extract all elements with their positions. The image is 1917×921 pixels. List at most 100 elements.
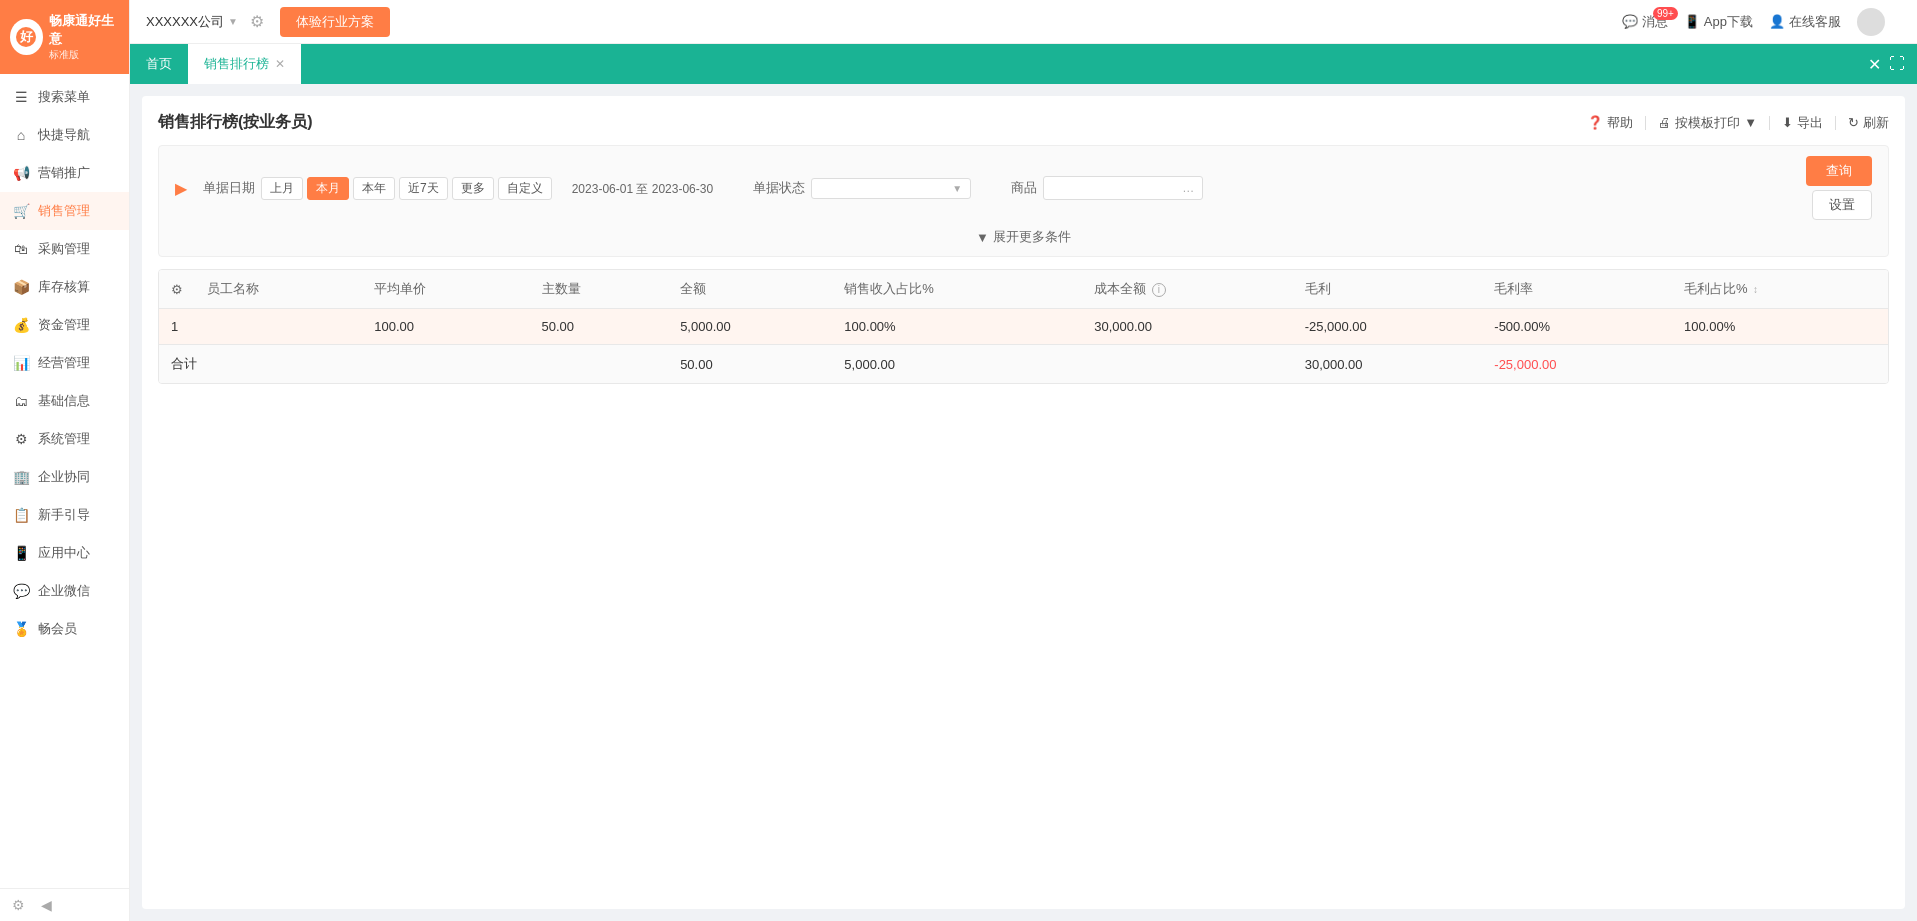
page-wrapper: 销售排行榜(按业务员) ❓ 帮助 🖨 按模板打印 ▼ ⬇ <box>142 96 1905 909</box>
help-icon: ❓ <box>1587 115 1603 130</box>
rankings-table: ⚙ 员工名称 平均单价 主数量 全额 销售收入占比% 成本全额 i 毛利 毛利率 <box>159 270 1888 383</box>
sidebar: 好 畅康通好生意 标准版 ☰ 搜索菜单 ⌂ 快捷导航 📢 营销推广 🛒 销售管理… <box>0 0 130 921</box>
print-button[interactable]: 🖨 按模板打印 ▼ <box>1658 114 1757 132</box>
sidebar-item-enterprise[interactable]: 🏢 企业协同 <box>0 458 129 496</box>
inventory-label: 库存核算 <box>38 278 90 296</box>
cell-quantity: 50.00 <box>530 309 669 345</box>
status-filter: 单据状态 ▼ <box>753 178 971 199</box>
sidebar-collapse-icon[interactable]: ◀ <box>41 897 52 913</box>
goods-input[interactable]: … <box>1043 176 1203 200</box>
sidebar-logo: 好 畅康通好生意 标准版 <box>0 0 129 74</box>
table-body: 1 100.00 50.00 5,000.00 100.00% 30,000.0… <box>159 309 1888 345</box>
th-settings[interactable]: ⚙ <box>159 270 195 309</box>
th-avg-price: 平均单价 <box>362 270 529 309</box>
goods-more-icon[interactable]: … <box>1182 181 1194 195</box>
enterprise-label: 企业协同 <box>38 468 90 486</box>
sidebar-item-wechat[interactable]: 💬 企业微信 <box>0 572 129 610</box>
footer-avg <box>362 345 529 384</box>
divider3 <box>1835 116 1836 130</box>
date-btn-custom[interactable]: 自定义 <box>498 177 552 200</box>
table-header-row: ⚙ 员工名称 平均单价 主数量 全额 销售收入占比% 成本全额 i 毛利 毛利率 <box>159 270 1888 309</box>
topbar: XXXXXX公司 ▼ ⚙ 体验行业方案 💬 消息 99+ 📱 App下载 👤 在… <box>130 0 1917 44</box>
sidebar-item-app-center[interactable]: 📱 应用中心 <box>0 534 129 572</box>
sidebar-item-member[interactable]: 🏅 畅会员 <box>0 610 129 648</box>
query-button[interactable]: 查询 <box>1806 156 1872 186</box>
cell-gross: -25,000.00 <box>1293 309 1483 345</box>
sidebar-item-search[interactable]: ☰ 搜索菜单 <box>0 78 129 116</box>
guide-icon: 📋 <box>12 506 30 524</box>
filter-arrow-icon[interactable]: ▶ <box>175 179 187 198</box>
member-label: 畅会员 <box>38 620 77 638</box>
date-btn-current-month[interactable]: 本月 <box>307 177 349 200</box>
cell-avg-price: 100.00 <box>362 309 529 345</box>
filter-bar: ▶ 单据日期 上月 本月 本年 近7天 更多 自定义 <box>158 145 1889 257</box>
export-button[interactable]: ⬇ 导出 <box>1782 114 1823 132</box>
window-close-icon[interactable]: ✕ <box>1868 55 1881 74</box>
tab-sales-ranking[interactable]: 销售排行榜 ✕ <box>188 44 301 84</box>
sidebar-item-basics[interactable]: 🗂 基础信息 <box>0 382 129 420</box>
th-rank: 员工名称 <box>195 270 362 309</box>
sidebar-item-inventory[interactable]: 📦 库存核算 <box>0 268 129 306</box>
online-service-button[interactable]: 👤 在线客服 <box>1769 13 1841 31</box>
refresh-button[interactable]: ↻ 刷新 <box>1848 114 1889 132</box>
cell-amount: 5,000.00 <box>668 309 832 345</box>
expand-icon: ▼ <box>976 230 989 245</box>
date-btn-more[interactable]: 更多 <box>452 177 494 200</box>
tab-close-icon[interactable]: ✕ <box>275 57 285 71</box>
refresh-icon: ↻ <box>1848 115 1859 130</box>
basics-label: 基础信息 <box>38 392 90 410</box>
sidebar-item-guide[interactable]: 📋 新手引导 <box>0 496 129 534</box>
trial-button[interactable]: 体验行业方案 <box>280 7 390 37</box>
system-label: 系统管理 <box>38 430 90 448</box>
cell-cost: 30,000.00 <box>1082 309 1292 345</box>
sidebar-item-purchase[interactable]: 🛍 采购管理 <box>0 230 129 268</box>
company-dropdown-arrow: ▼ <box>228 16 238 27</box>
user-avatar[interactable] <box>1857 8 1885 36</box>
topbar-settings-icon[interactable]: ⚙ <box>250 12 264 31</box>
settings-button[interactable]: 设置 <box>1812 190 1872 220</box>
operations-icon: 📊 <box>12 354 30 372</box>
sidebar-item-quick-nav[interactable]: ⌂ 快捷导航 <box>0 116 129 154</box>
sidebar-menu: ☰ 搜索菜单 ⌂ 快捷导航 📢 营销推广 🛒 销售管理 🛍 采购管理 📦 库存核… <box>0 74 129 888</box>
app-label: App下载 <box>1704 13 1753 31</box>
sidebar-item-marketing[interactable]: 📢 营销推广 <box>0 154 129 192</box>
app-download-button[interactable]: 📱 App下载 <box>1684 13 1753 31</box>
tab-home[interactable]: 首页 <box>130 44 188 84</box>
th-gross-rate: 毛利率 <box>1482 270 1672 309</box>
content-area: 销售排行榜(按业务员) ❓ 帮助 🖨 按模板打印 ▼ ⬇ <box>130 84 1917 921</box>
footer-cost <box>1082 345 1292 384</box>
quick-nav-icon: ⌂ <box>12 126 30 144</box>
date-buttons: 上月 本月 本年 近7天 更多 自定义 <box>261 177 552 200</box>
guide-label: 新手引导 <box>38 506 90 524</box>
help-button[interactable]: ❓ 帮助 <box>1587 114 1633 132</box>
sidebar-settings-icon[interactable]: ⚙ <box>12 897 25 913</box>
gross-pct-sort-icon[interactable]: ↕ <box>1753 284 1758 295</box>
goods-filter: 商品 … <box>1011 176 1203 200</box>
message-button[interactable]: 💬 消息 99+ <box>1622 13 1668 31</box>
app-center-icon: 📱 <box>12 544 30 562</box>
filter-collapse-btn[interactable]: ▶ <box>175 179 187 198</box>
system-icon: ⚙ <box>12 430 30 448</box>
message-icon: 💬 <box>1622 14 1638 29</box>
sidebar-item-operations[interactable]: 📊 经营管理 <box>0 344 129 382</box>
topbar-right: 💬 消息 99+ 📱 App下载 👤 在线客服 <box>1622 8 1901 36</box>
footer-gross-pct <box>1672 345 1888 384</box>
sidebar-item-system[interactable]: ⚙ 系统管理 <box>0 420 129 458</box>
window-expand-icon[interactable]: ⛶ <box>1889 55 1905 73</box>
cost-info-icon[interactable]: i <box>1152 283 1166 297</box>
th-gross: 毛利 <box>1293 270 1483 309</box>
date-btn-prev-month[interactable]: 上月 <box>261 177 303 200</box>
logo-sub: 标准版 <box>49 48 119 62</box>
status-select[interactable]: ▼ <box>811 178 971 199</box>
date-btn-year[interactable]: 本年 <box>353 177 395 200</box>
cell-rank: 1 <box>159 309 195 345</box>
company-selector[interactable]: XXXXXX公司 ▼ <box>146 13 238 31</box>
expand-more-button[interactable]: ▼ 展开更多条件 <box>175 228 1872 246</box>
sidebar-item-sales[interactable]: 🛒 销售管理 <box>0 192 129 230</box>
sidebar-item-finance[interactable]: 💰 资金管理 <box>0 306 129 344</box>
footer-revenue-pct: 5,000.00 <box>832 345 1082 384</box>
date-btn-7days[interactable]: 近7天 <box>399 177 448 200</box>
th-gross-pct: 毛利占比% ↕ <box>1672 270 1888 309</box>
wechat-label: 企业微信 <box>38 582 90 600</box>
page-actions: ❓ 帮助 🖨 按模板打印 ▼ ⬇ 导出 <box>1587 114 1889 132</box>
